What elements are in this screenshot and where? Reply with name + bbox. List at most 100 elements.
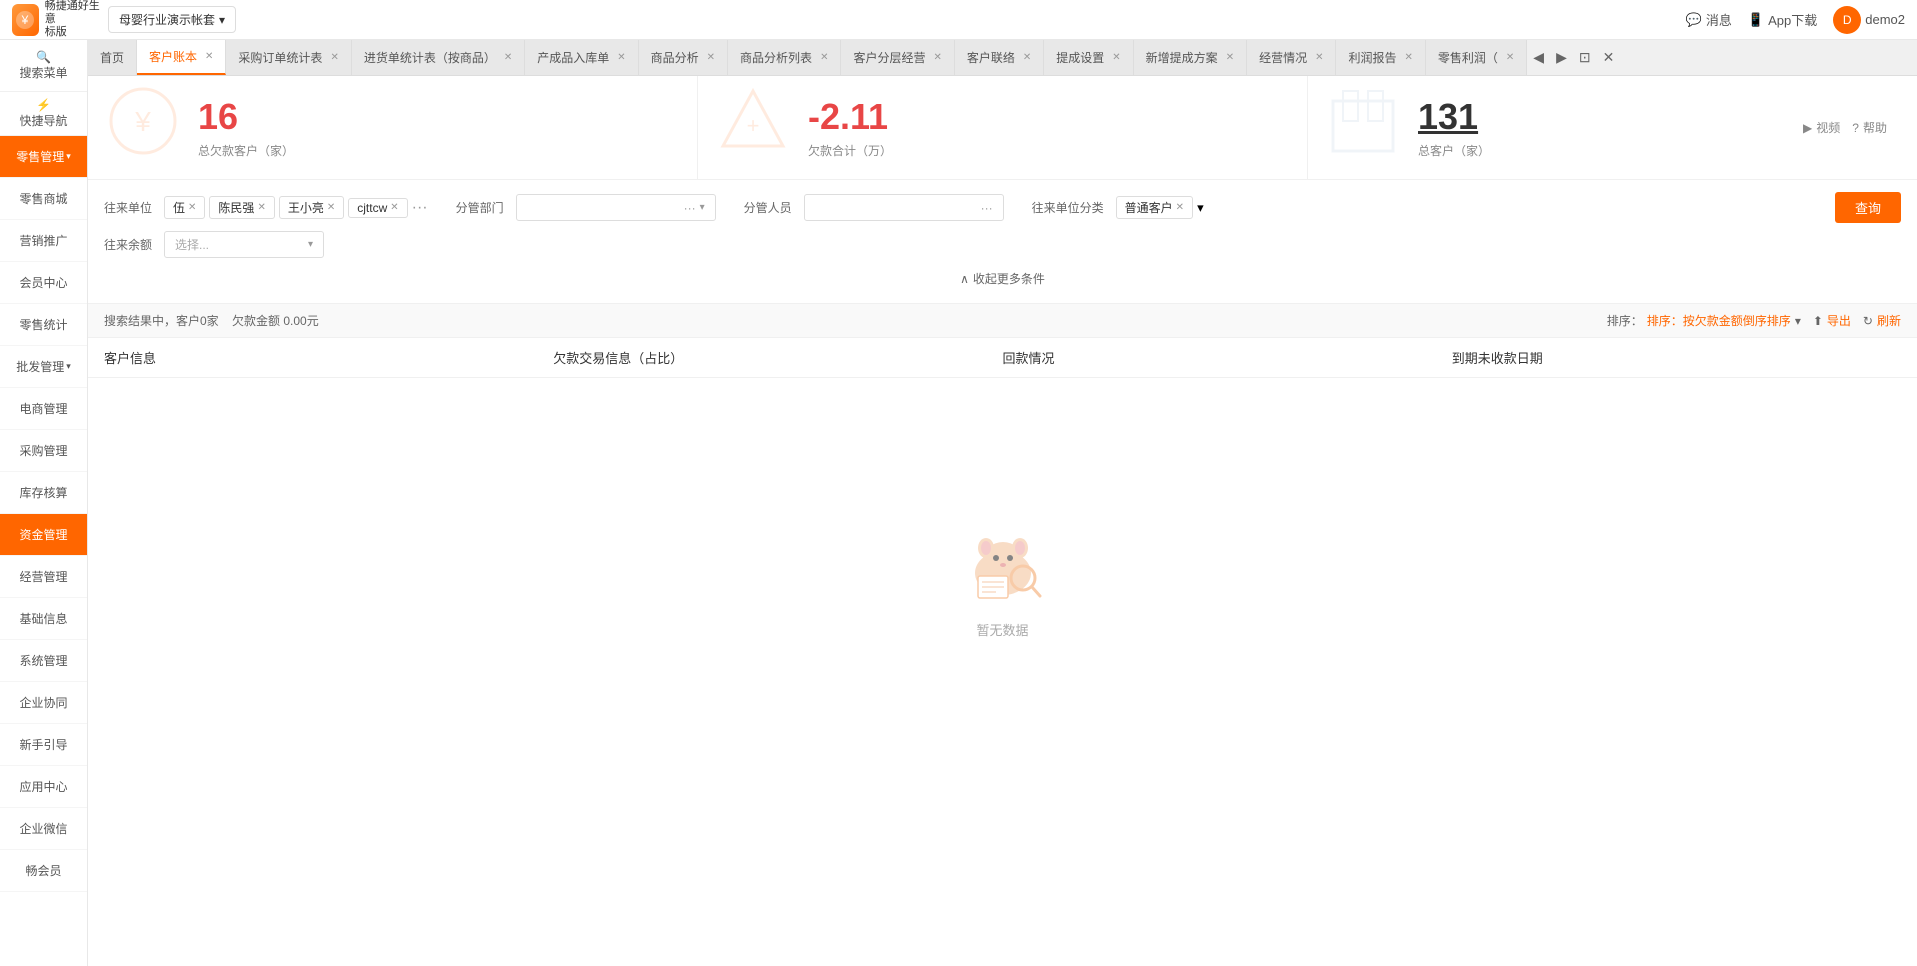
unit-tag-wang: 王小亮 ✕ — [279, 196, 344, 219]
sidebar-quick-nav[interactable]: ⚡ 快捷导航 — [0, 92, 87, 136]
tab-close-promotion-settings[interactable]: ✕ — [1112, 52, 1120, 63]
tab-close-retail-profit[interactable]: ✕ — [1506, 52, 1514, 63]
department-label: 分管部门 — [456, 199, 504, 216]
sidebar-search[interactable]: 🔍 搜索菜单 — [0, 40, 87, 92]
tab-retail-profit[interactable]: 零售利润（ ✕ — [1426, 40, 1527, 75]
page-content: ¥ 16 总欠款客户（家） + -2.11 欠款合计（万） — [88, 76, 1917, 966]
unit-tag-more[interactable]: ··· — [412, 199, 428, 217]
app-download-btn[interactable]: 📱 App下载 — [1748, 10, 1817, 29]
category-label: 往来单位分类 — [1032, 199, 1104, 216]
tab-close-product-analysis-list[interactable]: ✕ — [820, 52, 828, 63]
stat-card-amount-icon: + — [718, 86, 788, 170]
balance-arrow: ▾ — [308, 239, 313, 250]
sidebar-item-enterprise[interactable]: 企业协同 — [0, 682, 87, 724]
tab-close-product-analysis[interactable]: ✕ — [707, 52, 715, 63]
result-actions: 排序： 排序：按欠款金额倒序排序 ▾ ⬆ 导出 ↻ 刷新 — [1607, 312, 1901, 329]
unit-tag-wu: 伍 ✕ — [164, 196, 205, 219]
svg-text:+: + — [747, 113, 760, 138]
tab-maximize[interactable]: ⊡ — [1573, 40, 1597, 75]
store-name: 母婴行业演示帐套 — [119, 11, 215, 28]
sidebar-item-app-center[interactable]: 应用中心 — [0, 766, 87, 808]
sidebar-item-ecommerce[interactable]: 电商管理 — [0, 388, 87, 430]
play-icon: ▶ — [1803, 121, 1812, 135]
filter-row-2: 往来余额 选择... ▾ — [104, 231, 1901, 258]
message-btn[interactable]: 💬 消息 — [1686, 10, 1732, 29]
sort-select[interactable]: 排序： 排序：按欠款金额倒序排序 ▾ — [1607, 312, 1801, 329]
result-summary: 搜索结果中，客户0家 欠款金额 0.00元 — [104, 312, 319, 329]
tab-cost-inbound[interactable]: 产成品入库单 ✕ — [525, 40, 638, 75]
unit-tag-cjttcw-close[interactable]: ✕ — [390, 202, 398, 213]
sidebar-item-member-vip[interactable]: 畅会员 — [0, 850, 87, 892]
collapse-button[interactable]: ∧ 收起更多条件 — [104, 270, 1901, 287]
unit-tag-chen: 陈民强 ✕ — [209, 196, 274, 219]
tab-close-cost-inbound[interactable]: ✕ — [617, 52, 625, 63]
tab-purchase-order[interactable]: 采购订单统计表 ✕ — [226, 40, 351, 75]
sort-arrow: ▾ — [1795, 314, 1801, 328]
tab-close-customer-layer[interactable]: ✕ — [933, 52, 941, 63]
sidebar-item-basic-info[interactable]: 基础信息 — [0, 598, 87, 640]
department-select[interactable]: ··· ▾ — [516, 194, 716, 221]
tab-inbound-stats[interactable]: 进货单统计表（按商品） ✕ — [352, 40, 525, 75]
tab-more-options[interactable]: ✕ — [1597, 40, 1621, 75]
sidebar-item-enterprise-wechat[interactable]: 企业微信 — [0, 808, 87, 850]
store-selector[interactable]: 母婴行业演示帐套 ▾ — [108, 6, 236, 33]
logo-icon: ¥ — [12, 4, 39, 36]
sidebar-item-retail-mall[interactable]: 零售商城 — [0, 178, 87, 220]
tab-promotion-settings[interactable]: 提成设置 ✕ — [1044, 40, 1133, 75]
balance-select[interactable]: 选择... ▾ — [164, 231, 324, 258]
unit-tags: 伍 ✕ 陈民强 ✕ 王小亮 ✕ cjttcw ✕ — [164, 196, 428, 219]
user-menu[interactable]: D demo2 — [1833, 6, 1905, 34]
result-bar: 搜索结果中，客户0家 欠款金额 0.00元 排序： 排序：按欠款金额倒序排序 ▾… — [88, 304, 1917, 338]
category-tag-close[interactable]: ✕ — [1176, 202, 1184, 213]
refresh-button[interactable]: ↻ 刷新 — [1863, 312, 1901, 329]
sidebar-item-purchase[interactable]: 采购管理 — [0, 430, 87, 472]
tab-business-situation[interactable]: 经营情况 ✕ — [1247, 40, 1336, 75]
unit-tag-wang-close[interactable]: ✕ — [327, 202, 335, 213]
sidebar-item-inventory[interactable]: 库存核算 — [0, 472, 87, 514]
tab-scroll-right[interactable]: ▶ — [1550, 40, 1573, 75]
person-select[interactable]: ··· — [804, 194, 1004, 221]
tab-home[interactable]: 首页 — [88, 40, 137, 75]
tab-customer-contact[interactable]: 客户联络 ✕ — [955, 40, 1044, 75]
help-btn[interactable]: ? 帮助 — [1852, 119, 1887, 136]
col-overdue-date: 到期未收款日期 — [1452, 348, 1901, 367]
table-header: 客户信息 欠款交易信息（占比） 回款情况 到期未收款日期 — [88, 338, 1917, 378]
tab-scroll-left[interactable]: ◀ — [1527, 40, 1550, 75]
tab-new-promotion[interactable]: 新增提成方案 ✕ — [1134, 40, 1247, 75]
sidebar-item-operations[interactable]: 经营管理 — [0, 556, 87, 598]
tab-close-new-promotion[interactable]: ✕ — [1226, 52, 1234, 63]
sidebar-item-member[interactable]: 会员中心 — [0, 262, 87, 304]
unit-tag-chen-close[interactable]: ✕ — [257, 202, 265, 213]
video-help-btn[interactable]: ▶ 视频 — [1803, 119, 1840, 136]
sidebar-item-finance[interactable]: 资金管理 — [0, 514, 87, 556]
tab-close-profit-report[interactable]: ✕ — [1405, 52, 1413, 63]
query-button[interactable]: 查询 — [1835, 192, 1901, 223]
tab-close-inbound-stats[interactable]: ✕ — [504, 52, 512, 63]
tab-product-analysis[interactable]: 商品分析 ✕ — [639, 40, 728, 75]
unit-tag-cjttcw: cjttcw ✕ — [348, 198, 407, 218]
app-icon: 📱 — [1748, 12, 1764, 28]
collapse-area: ∧ 收起更多条件 — [104, 266, 1901, 291]
help-icon: ? — [1852, 121, 1859, 135]
tab-customer-layer[interactable]: 客户分层经营 ✕ — [841, 40, 954, 75]
sidebar-item-system[interactable]: 系统管理 — [0, 640, 87, 682]
tab-close-customer-account[interactable]: ✕ — [205, 51, 213, 62]
balance-label: 往来余额 — [104, 236, 152, 253]
unit-tag-wu-close[interactable]: ✕ — [188, 202, 196, 213]
tab-product-analysis-list[interactable]: 商品分析列表 ✕ — [728, 40, 841, 75]
sidebar-item-retail[interactable]: 零售管理 ▾ — [0, 136, 87, 178]
sidebar-item-wholesale[interactable]: 批发管理 ▾ — [0, 346, 87, 388]
person-label: 分管人员 — [744, 199, 792, 216]
tab-customer-account[interactable]: 客户账本 ✕ — [137, 40, 226, 75]
avatar: D — [1833, 6, 1861, 34]
stat-card-credit-amount: + -2.11 欠款合计（万） — [698, 76, 1308, 179]
sidebar-item-new-guide[interactable]: 新手引导 — [0, 724, 87, 766]
store-selector-arrow: ▾ — [219, 13, 225, 27]
export-button[interactable]: ⬆ 导出 — [1813, 312, 1851, 329]
tab-close-customer-contact[interactable]: ✕ — [1023, 52, 1031, 63]
tab-close-business-situation[interactable]: ✕ — [1315, 52, 1323, 63]
tab-profit-report[interactable]: 利润报告 ✕ — [1336, 40, 1425, 75]
sidebar-item-marketing[interactable]: 营销推广 — [0, 220, 87, 262]
tab-close-purchase-order[interactable]: ✕ — [330, 52, 338, 63]
sidebar-item-retail-stats[interactable]: 零售统计 — [0, 304, 87, 346]
